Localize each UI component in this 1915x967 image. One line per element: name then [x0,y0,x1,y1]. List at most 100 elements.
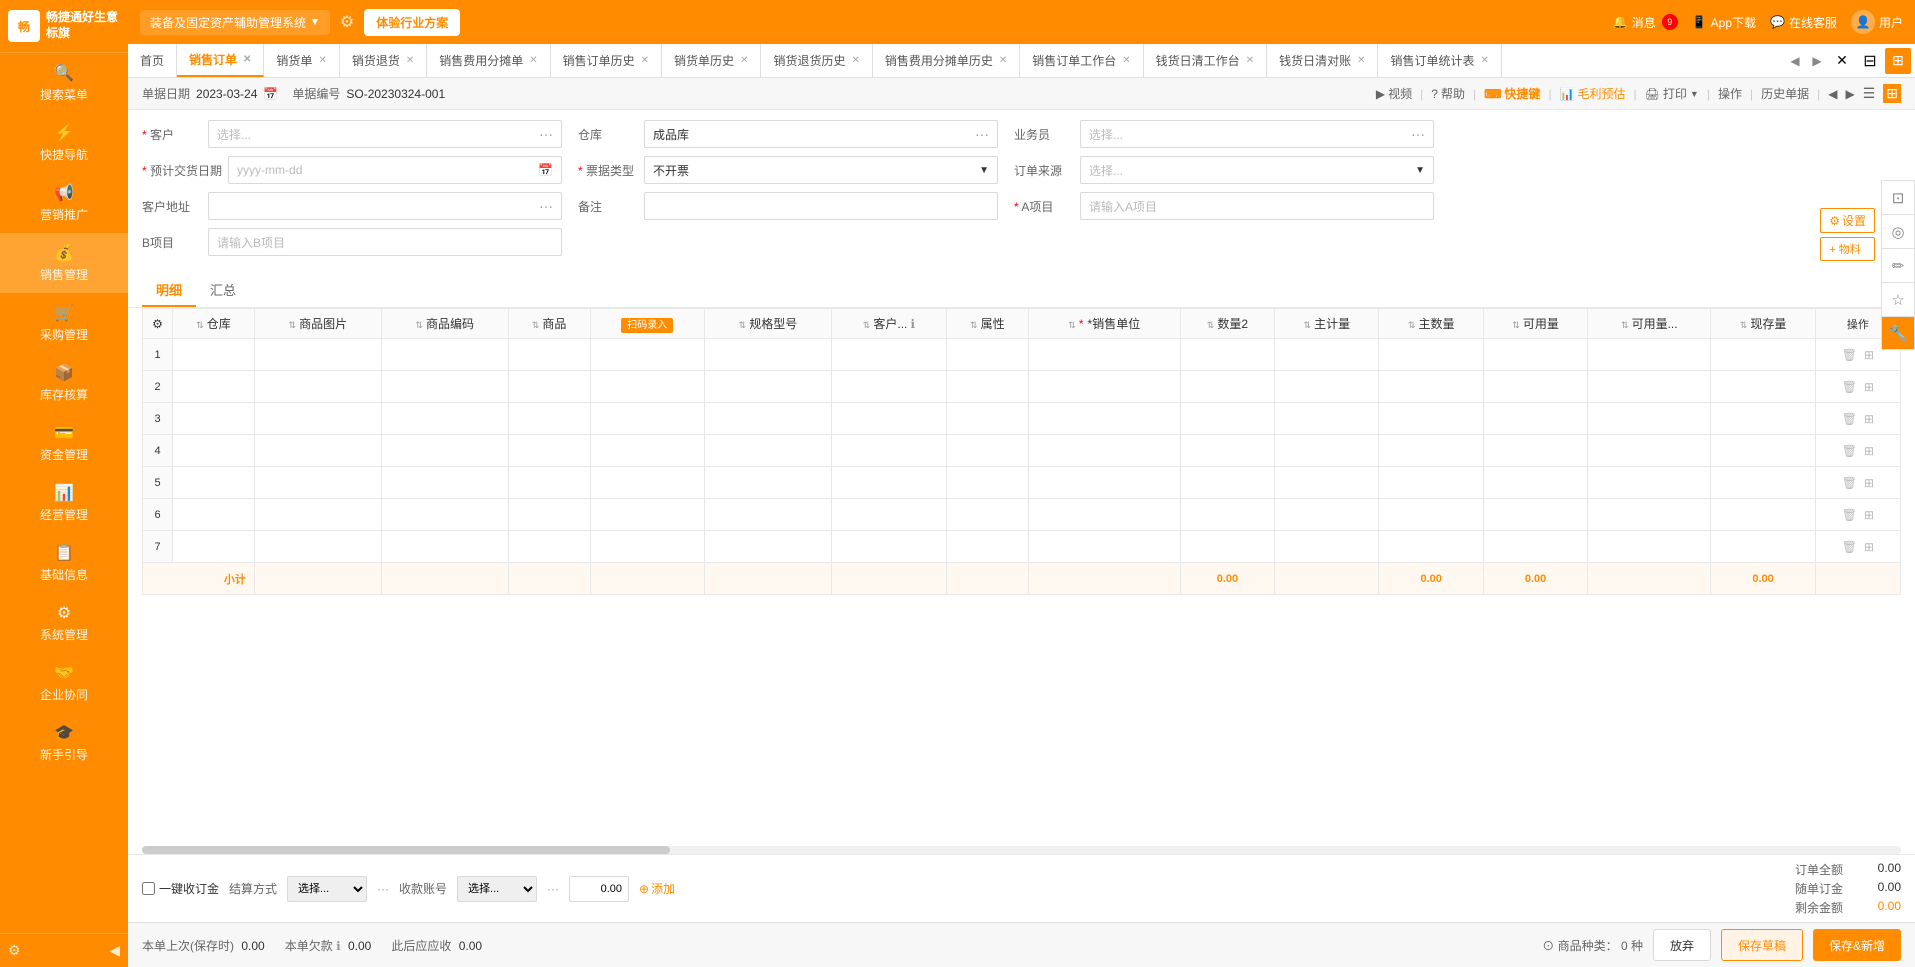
cell-0-4[interactable] [508,339,590,371]
sidebar-settings-icon[interactable]: ⚙ [8,942,21,959]
cell-1-9[interactable] [1028,371,1180,403]
cell-5-6[interactable] [705,499,832,531]
cell-1-15[interactable] [1711,371,1815,403]
cell-0-7[interactable] [831,339,946,371]
cell-1-12[interactable] [1379,371,1483,403]
bank-account-select[interactable]: 选择... [457,876,537,902]
cell-6-13[interactable] [1483,531,1587,563]
cell-4-1[interactable] [173,467,255,499]
list-view-icon[interactable]: ☰ [1863,85,1876,102]
tab-0[interactable]: 首页 [128,44,177,77]
cell-1-5[interactable] [590,371,704,403]
tab-more-btn[interactable]: ⊟ [1857,48,1883,74]
cell-3-3[interactable] [381,435,508,467]
cell-4-2[interactable] [254,467,381,499]
cell-5-4[interactable] [508,499,590,531]
cell-4-12[interactable] [1379,467,1483,499]
settings-col-icon[interactable]: ⚙ [152,317,163,331]
cell-3-15[interactable] [1711,435,1815,467]
cell-4-7[interactable] [831,467,946,499]
cell-5-7[interactable] [831,499,946,531]
cell-4-9[interactable] [1028,467,1180,499]
cell-2-15[interactable] [1711,403,1815,435]
add-material-btn[interactable]: + 物料 [1820,237,1875,261]
tab-9[interactable]: 销售订单工作台✕ [1020,44,1143,77]
warehouse-input[interactable]: 成品库 ··· [644,120,998,148]
tab-12[interactable]: 销售订单统计表✕ [1378,44,1501,77]
cell-0-14[interactable] [1588,339,1711,371]
profit-btn[interactable]: 📊 毛利预估 [1560,85,1626,102]
sidebar-item-营销推广[interactable]: 📢 营销推广 [0,173,128,233]
tab-close-12[interactable]: ✕ [1481,55,1489,66]
bank-account-ellipsis[interactable]: ··· [547,882,559,896]
cell-3-2[interactable] [254,435,381,467]
sidebar-item-基础信息[interactable]: 📋 基础信息 [0,533,128,593]
cell-3-5[interactable] [590,435,704,467]
cell-0-8[interactable] [946,339,1028,371]
remarks-input[interactable] [644,192,998,220]
nav-prev-icon[interactable]: ◀ [1828,87,1837,101]
save-draft-btn[interactable]: 保存草稿 [1721,929,1803,961]
help-btn[interactable]: ? 帮助 [1431,85,1465,102]
date-value[interactable]: 2023-03-24 [196,87,257,101]
cell-2-9[interactable] [1028,403,1180,435]
cell-2-4[interactable] [508,403,590,435]
tab-6[interactable]: 销货单历史✕ [662,44,761,77]
tab-3[interactable]: 销货退货✕ [340,44,427,77]
th-settings[interactable]: ⚙ [143,309,173,339]
horizontal-scrollbar[interactable] [142,846,1901,854]
cell-5-11[interactable] [1275,499,1379,531]
cell-6-2[interactable] [254,531,381,563]
tab-close-10[interactable]: ✕ [1246,55,1254,66]
cell-1-3[interactable] [381,371,508,403]
address-ellipsis[interactable]: ··· [539,198,553,214]
tab-close-8[interactable]: ✕ [999,55,1007,66]
settings-material-btn[interactable]: ⚙ 设置 [1820,208,1875,233]
sidebar-item-新手引导[interactable]: 🎓 新手引导 [0,713,128,773]
industry-btn[interactable]: 体验行业方案 [364,9,460,36]
tab-5[interactable]: 销售订单历史✕ [551,44,662,77]
cell-2-11[interactable] [1275,403,1379,435]
cell-3-10[interactable] [1180,435,1274,467]
customer-ellipsis[interactable]: ··· [539,126,553,142]
row-copy-5[interactable]: ⊞ [1864,508,1874,522]
row-delete-1[interactable]: 🗑 [1842,380,1857,394]
cell-2-1[interactable] [173,403,255,435]
tab-2[interactable]: 销货单✕ [264,44,339,77]
cell-5-3[interactable] [381,499,508,531]
cell-6-10[interactable] [1180,531,1274,563]
cell-6-4[interactable] [508,531,590,563]
cell-5-8[interactable] [946,499,1028,531]
cell-3-13[interactable] [1483,435,1587,467]
row-delete-0[interactable]: 🗑 [1842,348,1857,362]
cell-5-2[interactable] [254,499,381,531]
print-btn[interactable]: 🖨 打印 ▼ [1645,85,1699,102]
cell-5-14[interactable] [1588,499,1711,531]
cell-0-9[interactable] [1028,339,1180,371]
sidebar-item-搜索菜单[interactable]: 🔍 搜索菜单 [0,53,128,113]
cell-3-9[interactable] [1028,435,1180,467]
cell-5-1[interactable] [173,499,255,531]
topbar-settings-btn[interactable]: ⚙ [340,12,354,32]
row-delete-2[interactable]: 🗑 [1842,412,1857,426]
payment-method-ellipsis[interactable]: ··· [377,882,389,896]
cell-4-14[interactable] [1588,467,1711,499]
cell-6-8[interactable] [946,531,1028,563]
cell-0-2[interactable] [254,339,381,371]
cell-1-7[interactable] [831,371,946,403]
app-name-label[interactable]: 装备及固定资产辅助管理系统 ▼ [140,10,330,35]
quick-payment-checkbox[interactable]: 一键收订金 [142,880,219,897]
sidebar-item-销售管理[interactable]: 💰 销售管理 [0,233,128,293]
cell-0-5[interactable] [590,339,704,371]
customer-input[interactable]: 选择... ··· [208,120,562,148]
cell-3-14[interactable] [1588,435,1711,467]
row-copy-3[interactable]: ⊞ [1864,444,1874,458]
tab-next-btn[interactable]: ▶ [1807,51,1827,71]
right-record-btn[interactable]: ◎ [1881,214,1915,248]
row-copy-6[interactable]: ⊞ [1864,540,1874,554]
cell-1-4[interactable] [508,371,590,403]
tab-close-5[interactable]: ✕ [641,55,649,66]
cell-2-6[interactable] [705,403,832,435]
cell-4-3[interactable] [381,467,508,499]
abandon-btn[interactable]: 放弃 [1653,929,1711,961]
